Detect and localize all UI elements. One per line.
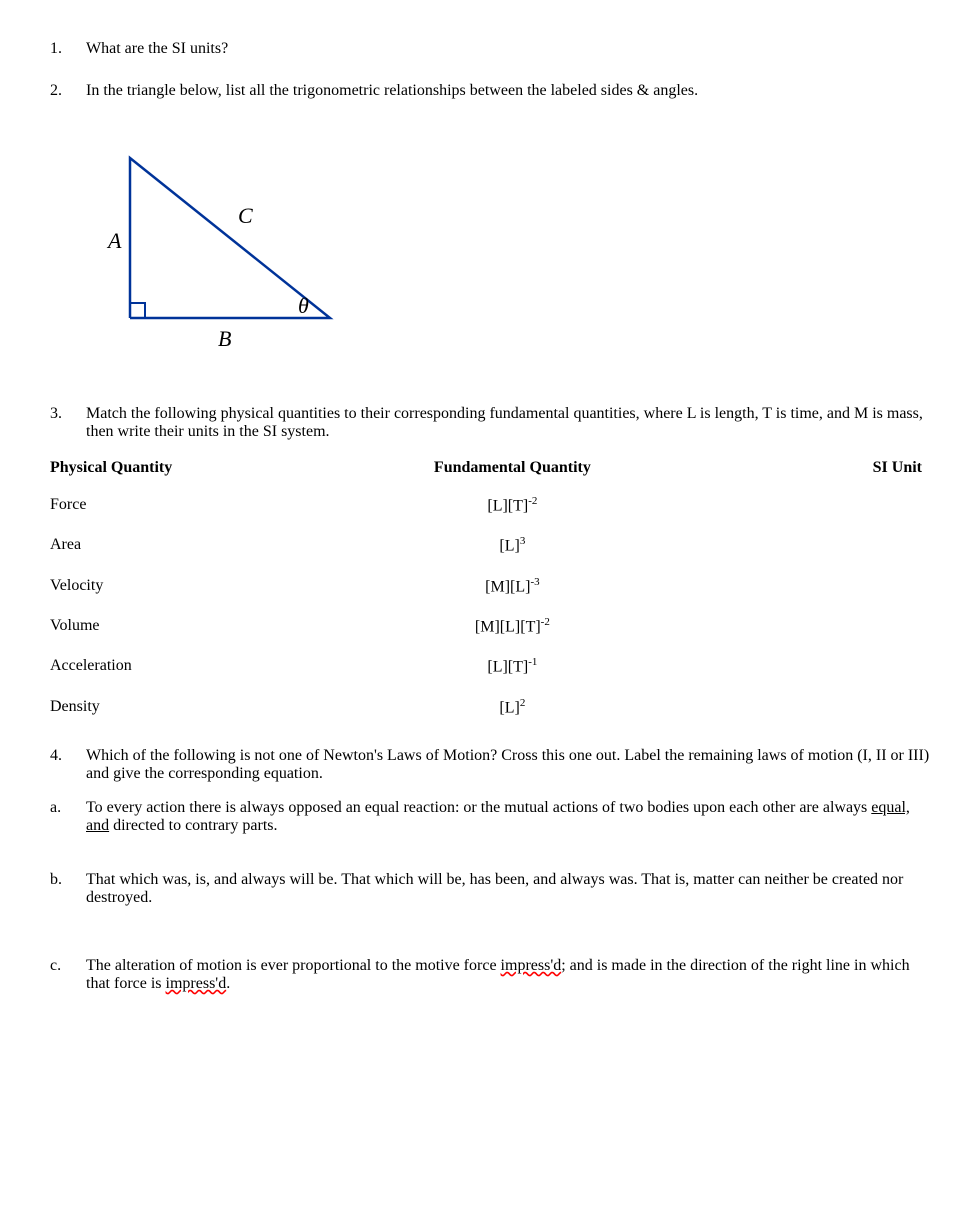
col-siunit: SI Unit bbox=[692, 457, 930, 485]
siunit-density bbox=[692, 687, 930, 727]
sub-c-content: The alteration of motion is ever proport… bbox=[86, 957, 930, 993]
sub-c-wavy2: impress'd bbox=[166, 975, 227, 992]
sub-a-text-before: To every action there is always opposed … bbox=[86, 799, 871, 816]
label-b: B bbox=[218, 326, 231, 351]
q2-number: 2. bbox=[50, 82, 86, 100]
subquestion-b: b. That which was, is, and always will b… bbox=[50, 871, 930, 907]
fundamental-velocity: [M][L]-3 bbox=[340, 566, 692, 606]
label-theta: θ bbox=[298, 293, 309, 318]
q3-number: 3. bbox=[50, 405, 86, 441]
match-table: Physical Quantity Fundamental Quantity S… bbox=[50, 457, 930, 727]
triangle-svg: A B C θ bbox=[70, 118, 390, 358]
sub-b-content: That which was, is, and always will be. … bbox=[86, 871, 930, 907]
fundamental-force: [L][T]-2 bbox=[340, 485, 692, 525]
table-row: Acceleration [L][T]-1 bbox=[50, 646, 930, 686]
physical-volume: Volume bbox=[50, 606, 340, 646]
question-3: 3. Match the following physical quantiti… bbox=[50, 405, 930, 727]
q3-text: Match the following physical quantities … bbox=[86, 405, 923, 440]
siunit-velocity bbox=[692, 566, 930, 606]
table-header-row: Physical Quantity Fundamental Quantity S… bbox=[50, 457, 930, 485]
q4-number: 4. bbox=[50, 747, 86, 783]
q1-number: 1. bbox=[50, 40, 86, 58]
fundamental-density: [L]2 bbox=[340, 687, 692, 727]
table-row: Volume [M][L][T]-2 bbox=[50, 606, 930, 646]
sub-a-content: To every action there is always opposed … bbox=[86, 799, 930, 835]
fundamental-area: [L]3 bbox=[340, 525, 692, 565]
siunit-volume bbox=[692, 606, 930, 646]
q4-content: Which of the following is not one of New… bbox=[86, 747, 930, 783]
physical-density: Density bbox=[50, 687, 340, 727]
fundamental-acceleration: [L][T]-1 bbox=[340, 646, 692, 686]
q1-text: What are the SI units? bbox=[86, 40, 228, 57]
sub-c-text-before: The alteration of motion is ever proport… bbox=[86, 957, 501, 974]
sub-a-label: a. bbox=[50, 799, 86, 835]
subquestion-c: c. The alteration of motion is ever prop… bbox=[50, 957, 930, 993]
siunit-acceleration bbox=[692, 646, 930, 686]
triangle-diagram: A B C θ bbox=[70, 118, 930, 363]
physical-velocity: Velocity bbox=[50, 566, 340, 606]
col-physical: Physical Quantity bbox=[50, 457, 340, 485]
table-row: Velocity [M][L]-3 bbox=[50, 566, 930, 606]
siunit-area bbox=[692, 525, 930, 565]
q3-intro: Match the following physical quantities … bbox=[86, 405, 930, 441]
question-2: 2. In the triangle below, list all the t… bbox=[50, 82, 930, 381]
sub-b-text: That which was, is, and always will be. … bbox=[86, 871, 903, 906]
col-fundamental: Fundamental Quantity bbox=[340, 457, 692, 485]
sub-a-text-after: directed to contrary parts. bbox=[109, 817, 277, 834]
question-1: 1. What are the SI units? bbox=[50, 40, 930, 58]
sub-c-text-after: . bbox=[226, 975, 230, 992]
q4-text: Which of the following is not one of New… bbox=[86, 747, 929, 782]
physical-force: Force bbox=[50, 485, 340, 525]
right-angle-mark bbox=[130, 303, 145, 318]
q2-text: In the triangle below, list all the trig… bbox=[86, 82, 698, 99]
physical-area: Area bbox=[50, 525, 340, 565]
table-row: Area [L]3 bbox=[50, 525, 930, 565]
label-a: A bbox=[106, 228, 122, 253]
siunit-force bbox=[692, 485, 930, 525]
subquestion-a: a. To every action there is always oppos… bbox=[50, 799, 930, 835]
table-row: Density [L]2 bbox=[50, 687, 930, 727]
q1-content: What are the SI units? bbox=[86, 40, 930, 58]
sub-c-wavy1: impress'd bbox=[501, 957, 562, 974]
question-4: 4. Which of the following is not one of … bbox=[50, 747, 930, 783]
physical-acceleration: Acceleration bbox=[50, 646, 340, 686]
sub-c-label: c. bbox=[50, 957, 86, 993]
label-c: C bbox=[238, 203, 253, 228]
table-row: Force [L][T]-2 bbox=[50, 485, 930, 525]
sub-b-label: b. bbox=[50, 871, 86, 907]
fundamental-volume: [M][L][T]-2 bbox=[340, 606, 692, 646]
q2-content: In the triangle below, list all the trig… bbox=[86, 82, 930, 100]
